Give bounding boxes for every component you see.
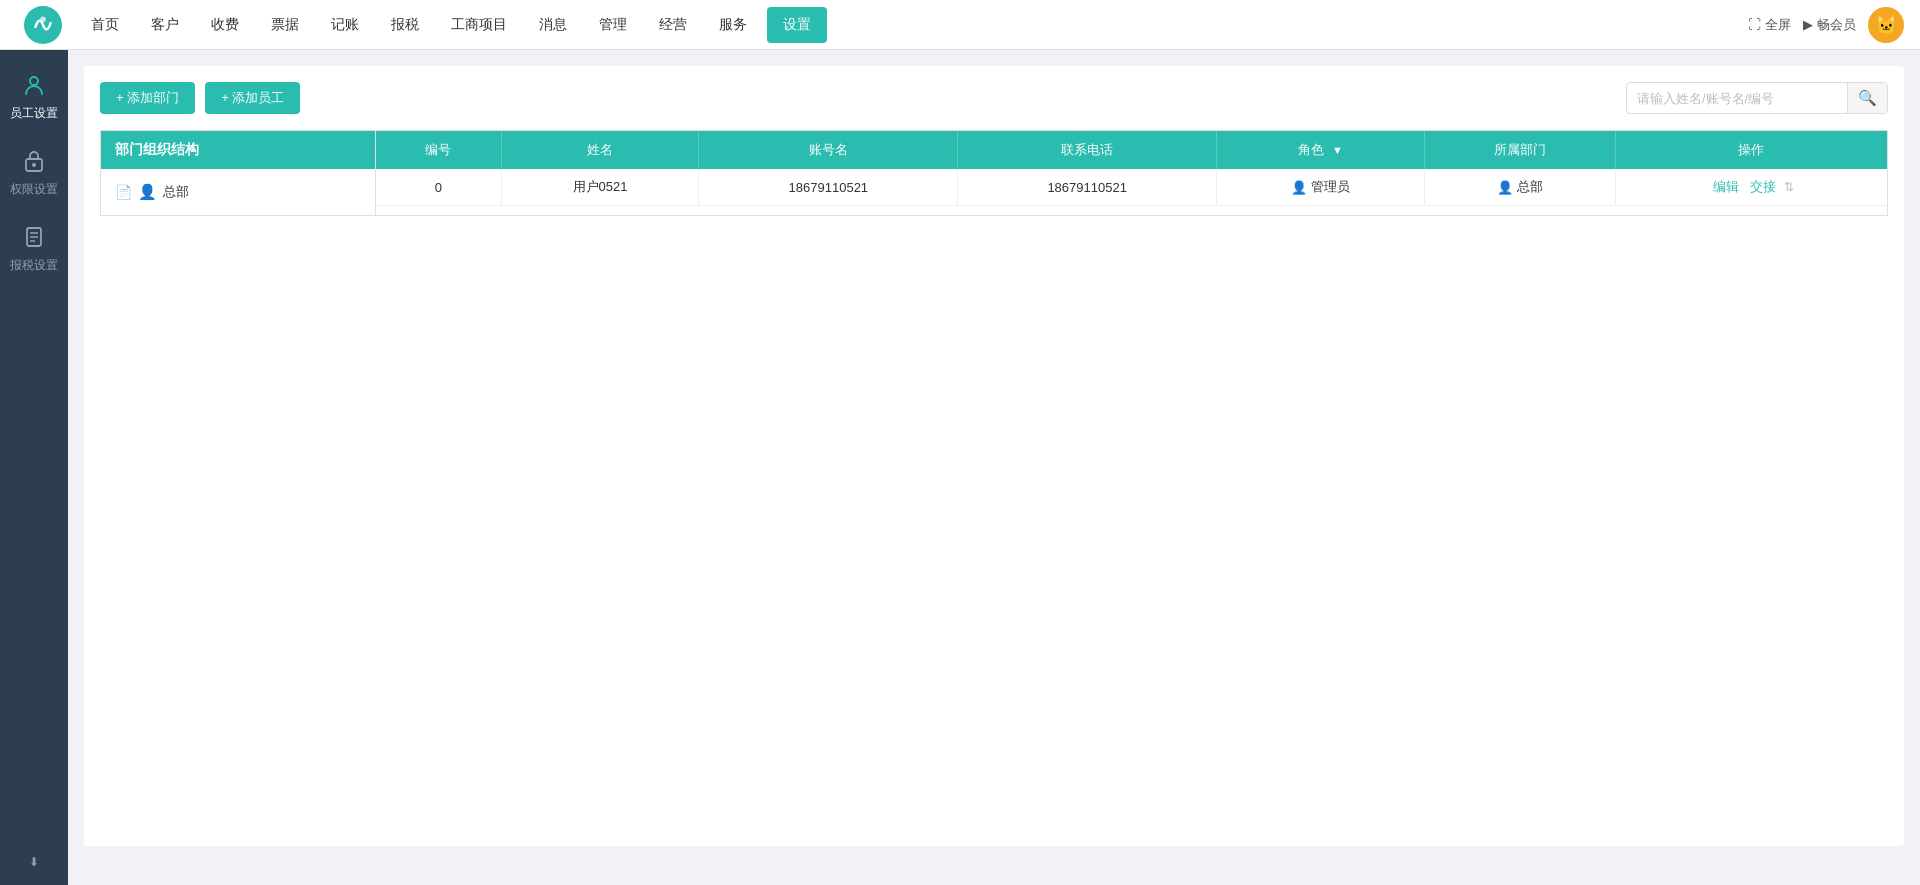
top-navigation: 首页 客户 收费 票据 记账 报税 工商项目 消息 管理 经营 服务 设置 ⛶ … [0,0,1920,50]
nav-settings[interactable]: 设置 [767,7,827,43]
col-header-role[interactable]: 角色 ▼ [1217,131,1425,169]
add-emp-button[interactable]: + 添加员工 [205,82,300,114]
dept-node-root[interactable]: 📄 👤 总部 [111,177,365,207]
file-icon: 📄 [115,184,132,200]
dept-tree-body: 📄 👤 总部 [101,169,375,215]
dept-layout: 部门组织结构 📄 👤 总部 编号 姓名 账号名 [100,130,1888,216]
content-card: + 添加部门 + 添加员工 🔍 部门组织结构 📄 👤 总部 [84,66,1904,846]
nav-items: 首页 客户 收费 票据 记账 报税 工商项目 消息 管理 经营 服务 设置 [75,0,1748,50]
search-button[interactable]: 🔍 [1847,83,1887,113]
nav-customer[interactable]: 客户 [135,0,195,50]
col-header-dept: 所属部门 [1425,131,1616,169]
fullscreen-button[interactable]: ⛶ 全屏 [1748,16,1791,34]
dept-badge-icon: 👤 [1497,180,1513,195]
table-header-row: 编号 姓名 账号名 联系电话 角色 ▼ 所属部门 操作 [376,131,1887,169]
nav-service[interactable]: 服务 [703,0,763,50]
cell-name: 用户0521 [501,169,699,206]
svg-point-1 [40,16,46,22]
add-dept-button[interactable]: + 添加部门 [100,82,195,114]
nav-fee[interactable]: 收费 [195,0,255,50]
svg-point-4 [32,163,36,167]
nav-home[interactable]: 首页 [75,0,135,50]
table-row: 0 用户0521 18679110521 18679110521 👤 管理员 [376,169,1887,206]
dept-node-label: 总部 [163,183,189,201]
role-user-icon: 👤 [1291,180,1307,195]
employee-label: 员工设置 [10,105,58,122]
nav-manage[interactable]: 管理 [583,0,643,50]
search-input[interactable] [1627,85,1847,112]
dept-user-icon: 👤 [138,183,157,201]
vip-icon: ▶ [1803,17,1813,32]
nav-tax[interactable]: 报税 [375,0,435,50]
svg-point-2 [30,77,38,85]
cell-id: 0 [376,169,501,206]
employee-icon [23,74,45,101]
toolbar: + 添加部门 + 添加员工 🔍 [100,82,1888,114]
nav-invoice[interactable]: 票据 [255,0,315,50]
cell-dept: 👤 总部 [1425,169,1616,206]
avatar-icon: 🐱 [1875,14,1897,36]
dept-badge: 👤 总部 [1497,178,1543,196]
permission-label: 权限设置 [10,181,58,198]
scroll-arrows: ⇅ [1784,180,1794,194]
role-value: 管理员 [1311,178,1350,196]
vip-button[interactable]: ▶ 畅会员 [1803,16,1856,34]
role-label: 角色 [1298,142,1324,157]
vip-label: 畅会员 [1817,16,1856,34]
download-icon: ⬇ [29,855,39,869]
col-header-name: 姓名 [501,131,699,169]
left-sidebar: 员工设置 权限设置 报税设置 ⬇ [0,50,68,885]
cell-role: 👤 管理员 [1217,169,1425,206]
col-header-account: 账号名 [699,131,958,169]
nav-operation[interactable]: 经营 [643,0,703,50]
sidebar-item-employee[interactable]: 员工设置 [0,60,68,136]
app-logo [10,6,75,44]
role-badge: 👤 管理员 [1291,178,1350,196]
dept-tree: 部门组织结构 📄 👤 总部 [100,130,375,216]
col-header-phone: 联系电话 [958,131,1217,169]
role-filter-icon[interactable]: ▼ [1332,144,1343,156]
user-avatar[interactable]: 🐱 [1868,7,1904,43]
right-tools: ⛶ 全屏 ▶ 畅会员 🐱 [1748,7,1920,43]
sidebar-item-permission[interactable]: 权限设置 [0,136,68,212]
fullscreen-icon: ⛶ [1748,17,1761,32]
tax-icon [24,226,44,253]
transfer-action[interactable]: 交接 [1750,179,1776,194]
search-box: 🔍 [1626,82,1888,114]
col-header-actions: 操作 [1615,131,1887,169]
main-content: + 添加部门 + 添加员工 🔍 部门组织结构 📄 👤 总部 [68,50,1920,885]
nav-message[interactable]: 消息 [523,0,583,50]
tax-label: 报税设置 [10,257,58,274]
cell-phone: 18679110521 [958,169,1217,206]
cell-actions: 编辑 交接 ⇅ [1615,169,1887,206]
search-icon: 🔍 [1858,89,1877,106]
nav-accounting[interactable]: 记账 [315,0,375,50]
sidebar-bottom-btn[interactable]: ⬇ [0,841,68,885]
permission-icon [24,150,44,177]
edit-action[interactable]: 编辑 [1713,179,1739,194]
nav-business[interactable]: 工商项目 [435,0,523,50]
cell-account: 18679110521 [699,169,958,206]
dept-value: 总部 [1517,178,1543,196]
employee-table-wrap: 编号 姓名 账号名 联系电话 角色 ▼ 所属部门 操作 [375,130,1888,216]
sidebar-item-tax[interactable]: 报税设置 [0,212,68,288]
employee-table: 编号 姓名 账号名 联系电话 角色 ▼ 所属部门 操作 [376,131,1887,206]
fullscreen-label: 全屏 [1765,16,1791,34]
col-header-id: 编号 [376,131,501,169]
dept-tree-header: 部门组织结构 [101,131,375,169]
